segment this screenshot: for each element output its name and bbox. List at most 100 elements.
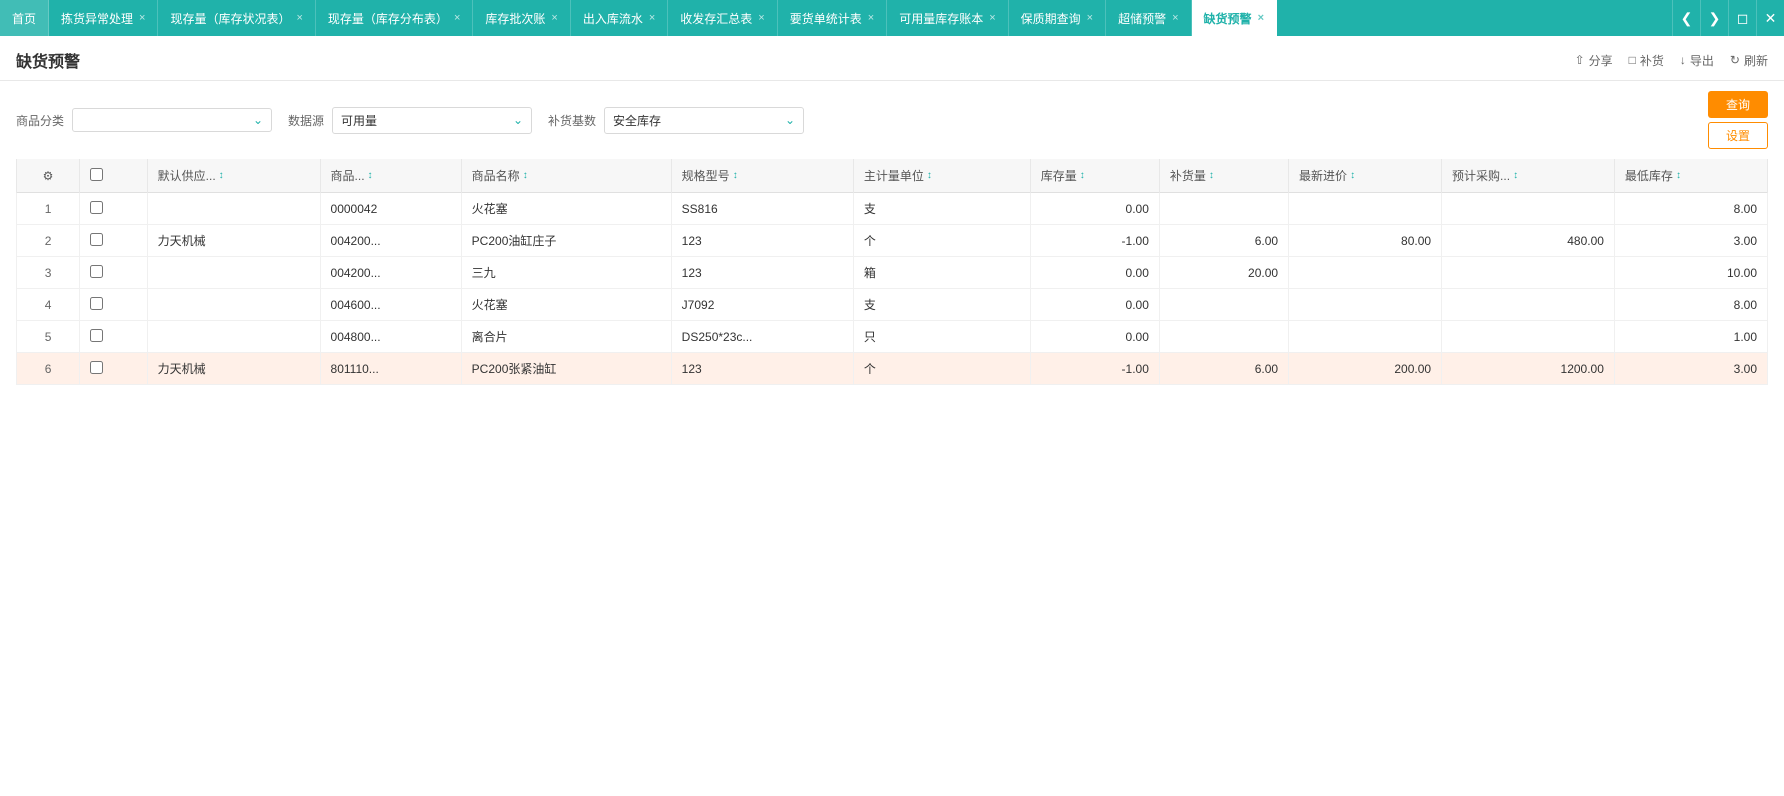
row-checkbox-cell <box>80 257 148 289</box>
replenish-sort-icon[interactable]: ↕ <box>1209 170 1214 181</box>
min-stock-sort-icon[interactable]: ↕ <box>1676 170 1681 181</box>
close-tab-picking[interactable]: × <box>139 12 145 24</box>
query-button[interactable]: 查询 <box>1708 91 1768 118</box>
row-num: 6 <box>17 353 80 385</box>
row-checkbox[interactable] <box>90 233 103 246</box>
close-tab-batch[interactable]: × <box>551 12 557 24</box>
th-product-name: 商品名称 ↕ <box>461 159 671 193</box>
table-row[interactable]: 5 004800... 离合片 DS250*23c... 只 0.00 1.00 <box>17 321 1768 353</box>
row-unit: 箱 <box>853 257 1030 289</box>
row-min-stock: 3.00 <box>1614 353 1767 385</box>
row-replenish <box>1159 289 1288 321</box>
tab-stock-status[interactable]: 现存量（库存状况表） × <box>158 0 315 36</box>
tab-requisition[interactable]: 要货单统计表 × <box>778 0 887 36</box>
row-checkbox-cell <box>80 225 148 257</box>
table-row[interactable]: 3 004200... 三九 123 箱 0.00 20.00 10.00 <box>17 257 1768 289</box>
table-container: ⚙ 默认供应... ↕ 商品... ↕ <box>0 159 1784 385</box>
latest-price-sort-icon[interactable]: ↕ <box>1350 170 1355 181</box>
datasource-label: 数据源 <box>288 112 324 129</box>
row-spec: 123 <box>671 257 853 289</box>
table-row[interactable]: 4 004600... 火花塞 J7092 支 0.00 8.00 <box>17 289 1768 321</box>
close-tab-expiry[interactable]: × <box>1087 12 1093 24</box>
row-checkbox-cell <box>80 289 148 321</box>
row-num: 5 <box>17 321 80 353</box>
filter-actions: 查询 设置 <box>1708 91 1768 149</box>
row-latest-price <box>1289 289 1442 321</box>
replenish-button[interactable]: □ 补货 <box>1629 52 1664 69</box>
close-tab-shortage[interactable]: × <box>1258 12 1264 24</box>
export-button[interactable]: ↓ 导出 <box>1680 52 1714 69</box>
table-row[interactable]: 1 0000042 火花塞 SS816 支 0.00 8.00 <box>17 193 1768 225</box>
close-tab-stock-status[interactable]: × <box>296 12 302 24</box>
th-est-purchase: 预计采购... ↕ <box>1442 159 1615 193</box>
row-num: 3 <box>17 257 80 289</box>
select-all-checkbox[interactable] <box>90 168 103 181</box>
row-product-name: 火花塞 <box>461 289 671 321</box>
share-button[interactable]: ⇧ 分享 <box>1575 52 1613 69</box>
tab-restore[interactable]: ◻ <box>1728 0 1756 36</box>
close-tab-summary[interactable]: × <box>758 12 764 24</box>
replenish-base-select[interactable]: 安全库存 ⌄ <box>604 107 804 134</box>
tab-expiry[interactable]: 保质期查询 × <box>1009 0 1106 36</box>
filter-bar: 商品分类 ⌄ 数据源 可用量 ⌄ 补货基数 安全库存 ⌄ 查询 设置 <box>0 81 1784 159</box>
tab-picking[interactable]: 拣货异常处理 × <box>49 0 158 36</box>
product-name-sort-icon[interactable]: ↕ <box>523 170 528 181</box>
table-row[interactable]: 6 力天机械 801110... PC200张紧油缸 123 个 -1.00 6… <box>17 353 1768 385</box>
th-gear: ⚙ <box>17 159 80 193</box>
table-body: 1 0000042 火花塞 SS816 支 0.00 8.00 2 力天机械 0… <box>17 193 1768 385</box>
tab-overstock[interactable]: 超储预警 × <box>1106 0 1191 36</box>
est-purchase-sort-icon[interactable]: ↕ <box>1513 170 1518 181</box>
header-actions: ⇧ 分享 □ 补货 ↓ 导出 ↻ 刷新 <box>1575 52 1768 69</box>
tab-scroll-right[interactable]: ❯ <box>1700 0 1728 36</box>
row-unit: 个 <box>853 225 1030 257</box>
settings-button[interactable]: 设置 <box>1708 122 1768 149</box>
spec-sort-icon[interactable]: ↕ <box>733 170 738 181</box>
row-checkbox-cell <box>80 353 148 385</box>
row-checkbox[interactable] <box>90 329 103 342</box>
stock-sort-icon[interactable]: ↕ <box>1080 170 1085 181</box>
product-code-sort-icon[interactable]: ↕ <box>368 170 373 181</box>
datasource-select[interactable]: 可用量 ⌄ <box>332 107 532 134</box>
close-tab-flow[interactable]: × <box>649 12 655 24</box>
category-select[interactable]: ⌄ <box>72 108 272 132</box>
tab-summary[interactable]: 收发存汇总表 × <box>668 0 777 36</box>
row-latest-price <box>1289 193 1442 225</box>
row-product-code: 004800... <box>320 321 461 353</box>
table-row[interactable]: 2 力天机械 004200... PC200油缸庄子 123 个 -1.00 6… <box>17 225 1768 257</box>
settings-gear-icon[interactable]: ⚙ <box>43 169 54 183</box>
tab-home[interactable]: 首页 <box>0 0 49 36</box>
close-tab-overstock[interactable]: × <box>1172 12 1178 24</box>
row-est-purchase: 480.00 <box>1442 225 1615 257</box>
row-est-purchase <box>1442 321 1615 353</box>
row-min-stock: 8.00 <box>1614 193 1767 225</box>
row-latest-price <box>1289 257 1442 289</box>
row-checkbox[interactable] <box>90 201 103 214</box>
row-product-name: 火花塞 <box>461 193 671 225</box>
tab-nav-buttons: ❮ ❯ ◻ ✕ <box>1672 0 1784 36</box>
row-est-purchase <box>1442 257 1615 289</box>
row-product-code: 004200... <box>320 257 461 289</box>
tab-flow[interactable]: 出入库流水 × <box>571 0 668 36</box>
tab-available[interactable]: 可用量库存账本 × <box>887 0 1008 36</box>
row-product-name: PC200油缸庄子 <box>461 225 671 257</box>
refresh-button[interactable]: ↻ 刷新 <box>1730 52 1768 69</box>
row-checkbox[interactable] <box>90 361 103 374</box>
tab-stock-dist[interactable]: 现存量（库存分布表） × <box>316 0 473 36</box>
unit-sort-icon[interactable]: ↕ <box>927 170 932 181</box>
tab-scroll-left[interactable]: ❮ <box>1672 0 1700 36</box>
tab-shortage[interactable]: 缺货预警 × <box>1192 0 1277 36</box>
datasource-select-value: 可用量 <box>341 112 509 129</box>
supplier-sort-icon[interactable]: ↕ <box>219 170 224 181</box>
row-checkbox[interactable] <box>90 265 103 278</box>
tab-close-all[interactable]: ✕ <box>1756 0 1784 36</box>
replenish-base-filter-group: 补货基数 安全库存 ⌄ <box>548 107 804 134</box>
row-product-code: 004600... <box>320 289 461 321</box>
row-num: 2 <box>17 225 80 257</box>
tab-batch[interactable]: 库存批次账 × <box>473 0 570 36</box>
row-unit: 只 <box>853 321 1030 353</box>
close-tab-stock-dist[interactable]: × <box>454 12 460 24</box>
close-tab-requisition[interactable]: × <box>868 12 874 24</box>
close-tab-available[interactable]: × <box>989 12 995 24</box>
row-checkbox[interactable] <box>90 297 103 310</box>
row-stock: 0.00 <box>1030 321 1159 353</box>
